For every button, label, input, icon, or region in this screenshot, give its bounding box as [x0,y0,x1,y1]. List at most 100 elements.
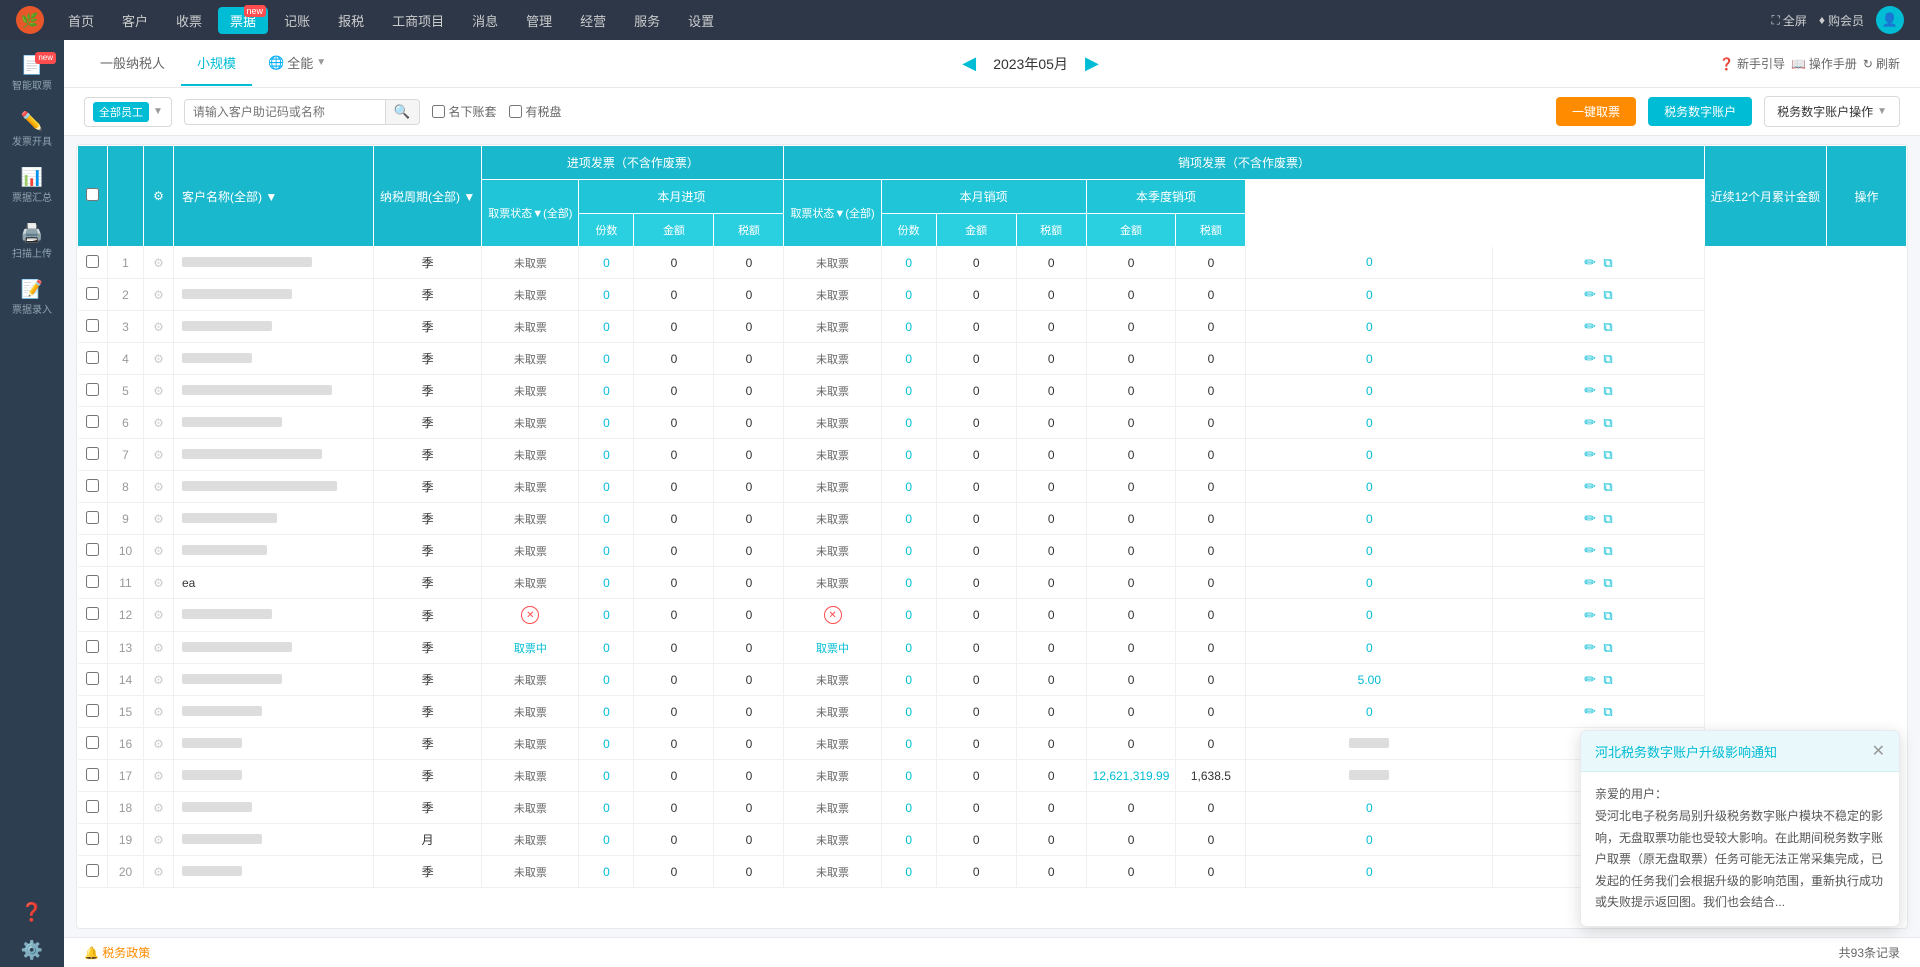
out-count-link[interactable]: 0 [905,641,912,655]
cumul-zero-link[interactable]: 0 [1366,705,1373,719]
edit-icon[interactable]: ✏ [1584,286,1596,302]
account-filter-checkbox[interactable] [432,105,445,118]
sidebar-item-entry[interactable]: 📝 票据录入 [0,272,64,324]
cumul-zero-link[interactable]: 0 [1366,320,1373,334]
row-settings[interactable]: ⚙ [144,407,174,439]
out-count-link[interactable]: 0 [905,416,912,430]
row-gear-icon[interactable]: ⚙ [153,544,164,558]
sidebar-item-help[interactable]: ❓ [0,895,64,929]
copy-icon[interactable]: ⧉ [1603,479,1612,494]
row-settings[interactable]: ⚙ [144,343,174,375]
out-count-link[interactable]: 0 [905,865,912,879]
notif-close-btn[interactable]: ✕ [1872,741,1885,761]
digital-ops-btn[interactable]: 税务数字账户操作 ▼ [1764,96,1900,127]
copy-icon[interactable]: ⧉ [1603,640,1612,655]
in-count-link[interactable]: 0 [603,641,610,655]
row-checkbox-18[interactable] [86,800,99,813]
copy-icon[interactable]: ⧉ [1603,287,1612,302]
edit-icon[interactable]: ✏ [1584,446,1596,462]
copy-icon[interactable]: ⧉ [1603,672,1612,687]
row-gear-icon[interactable]: ⚙ [153,320,164,334]
copy-icon[interactable]: ⧉ [1603,383,1612,398]
in-count-link[interactable]: 0 [603,865,610,879]
select-all-checkbox[interactable] [86,188,99,201]
edit-icon[interactable]: ✏ [1584,671,1596,687]
cumul-zero-link[interactable]: 0 [1366,512,1373,526]
row-gear-icon[interactable]: ⚙ [153,352,164,366]
nav-receive-invoice[interactable]: 收票 [164,7,214,34]
one-click-invoice-btn[interactable]: 一键取票 [1556,97,1636,126]
nav-bookkeeping[interactable]: 记账 [272,7,322,34]
row-gear-icon[interactable]: ⚙ [153,416,164,430]
new-guide-btn[interactable]: ❓ 新手引导 [1719,55,1785,72]
row-settings[interactable]: ⚙ [144,760,174,792]
cumul-zero-link[interactable]: 0 [1366,288,1373,302]
row-settings[interactable]: ⚙ [144,311,174,343]
row-gear-icon[interactable]: ⚙ [153,288,164,302]
nav-tax[interactable]: 报税 [326,7,376,34]
out-count-link[interactable]: 0 [905,448,912,462]
cumul-zero-link[interactable]: 0 [1366,352,1373,366]
edit-icon[interactable]: ✏ [1584,350,1596,366]
row-settings[interactable]: ⚙ [144,599,174,632]
tax-disk-filter-label[interactable]: 有税盘 [509,103,562,120]
user-avatar[interactable]: 👤 [1876,6,1904,34]
out-count-link[interactable]: 0 [905,769,912,783]
row-settings[interactable]: ⚙ [144,696,174,728]
out-count-link[interactable]: 0 [905,673,912,687]
out-count-link[interactable]: 0 [905,480,912,494]
sidebar-item-summary[interactable]: 📊 票据汇总 [0,160,64,212]
cumul-zero-link[interactable]: 0 [1366,833,1373,847]
sidebar-item-smart-invoice[interactable]: 📄 智能取票 new [0,48,64,100]
cumul-zero-link[interactable]: 0 [1366,801,1373,815]
row-checkbox-7[interactable] [86,447,99,460]
row-settings[interactable]: ⚙ [144,439,174,471]
out-count-link[interactable]: 0 [905,737,912,751]
row-checkbox-17[interactable] [86,768,99,781]
employee-filter[interactable]: 全部员工 ▼ [84,97,172,127]
row-gear-icon[interactable]: ⚙ [153,833,164,847]
sidebar-item-settings-bottom[interactable]: ⚙️ [0,933,64,967]
edit-icon[interactable]: ✏ [1584,574,1596,590]
row-settings[interactable]: ⚙ [144,728,174,760]
in-count-link[interactable]: 0 [603,544,610,558]
tab-all[interactable]: 🌐 全能 ▼ [252,42,342,86]
copy-icon[interactable]: ⧉ [1603,575,1612,590]
in-count-link[interactable]: 0 [603,256,610,270]
row-checkbox-3[interactable] [86,319,99,332]
in-count-link[interactable]: 0 [603,737,610,751]
in-count-link[interactable]: 0 [603,673,610,687]
in-count-link[interactable]: 0 [603,512,610,526]
row-checkbox-19[interactable] [86,832,99,845]
manual-btn[interactable]: 📖 操作手册 [1791,55,1857,72]
row-settings[interactable]: ⚙ [144,471,174,503]
row-gear-icon[interactable]: ⚙ [153,673,164,687]
row-settings[interactable]: ⚙ [144,664,174,696]
cumul-zero-link[interactable]: 0 [1366,544,1373,558]
prev-month-btn[interactable]: ◀ [957,52,981,76]
row-gear-icon[interactable]: ⚙ [153,641,164,655]
row-checkbox-4[interactable] [86,351,99,364]
tax-policy-link[interactable]: 🔔 税务政策 [84,944,150,961]
cumul-zero-link[interactable]: 0 [1366,576,1373,590]
row-checkbox-8[interactable] [86,479,99,492]
vip-btn[interactable]: ♦ 购会员 [1819,12,1864,29]
in-count-link[interactable]: 0 [603,416,610,430]
in-count-link[interactable]: 0 [603,769,610,783]
out-count-link[interactable]: 0 [905,352,912,366]
search-button[interactable]: 🔍 [385,100,419,124]
row-gear-icon[interactable]: ⚙ [153,769,164,783]
in-count-link[interactable]: 0 [603,833,610,847]
row-checkbox-2[interactable] [86,287,99,300]
cumul-zero-link[interactable]: 0 [1366,416,1373,430]
edit-icon[interactable]: ✏ [1584,478,1596,494]
row-gear-icon[interactable]: ⚙ [153,608,164,622]
edit-icon[interactable]: ✏ [1584,510,1596,526]
row-settings[interactable]: ⚙ [144,503,174,535]
th-out-status[interactable]: 取票状态▼(全部) [784,180,881,247]
in-count-link[interactable]: 0 [603,288,610,302]
in-count-link[interactable]: 0 [603,576,610,590]
nav-operation[interactable]: 经营 [568,7,618,34]
in-count-link[interactable]: 0 [603,320,610,334]
copy-icon[interactable]: ⧉ [1603,511,1612,526]
